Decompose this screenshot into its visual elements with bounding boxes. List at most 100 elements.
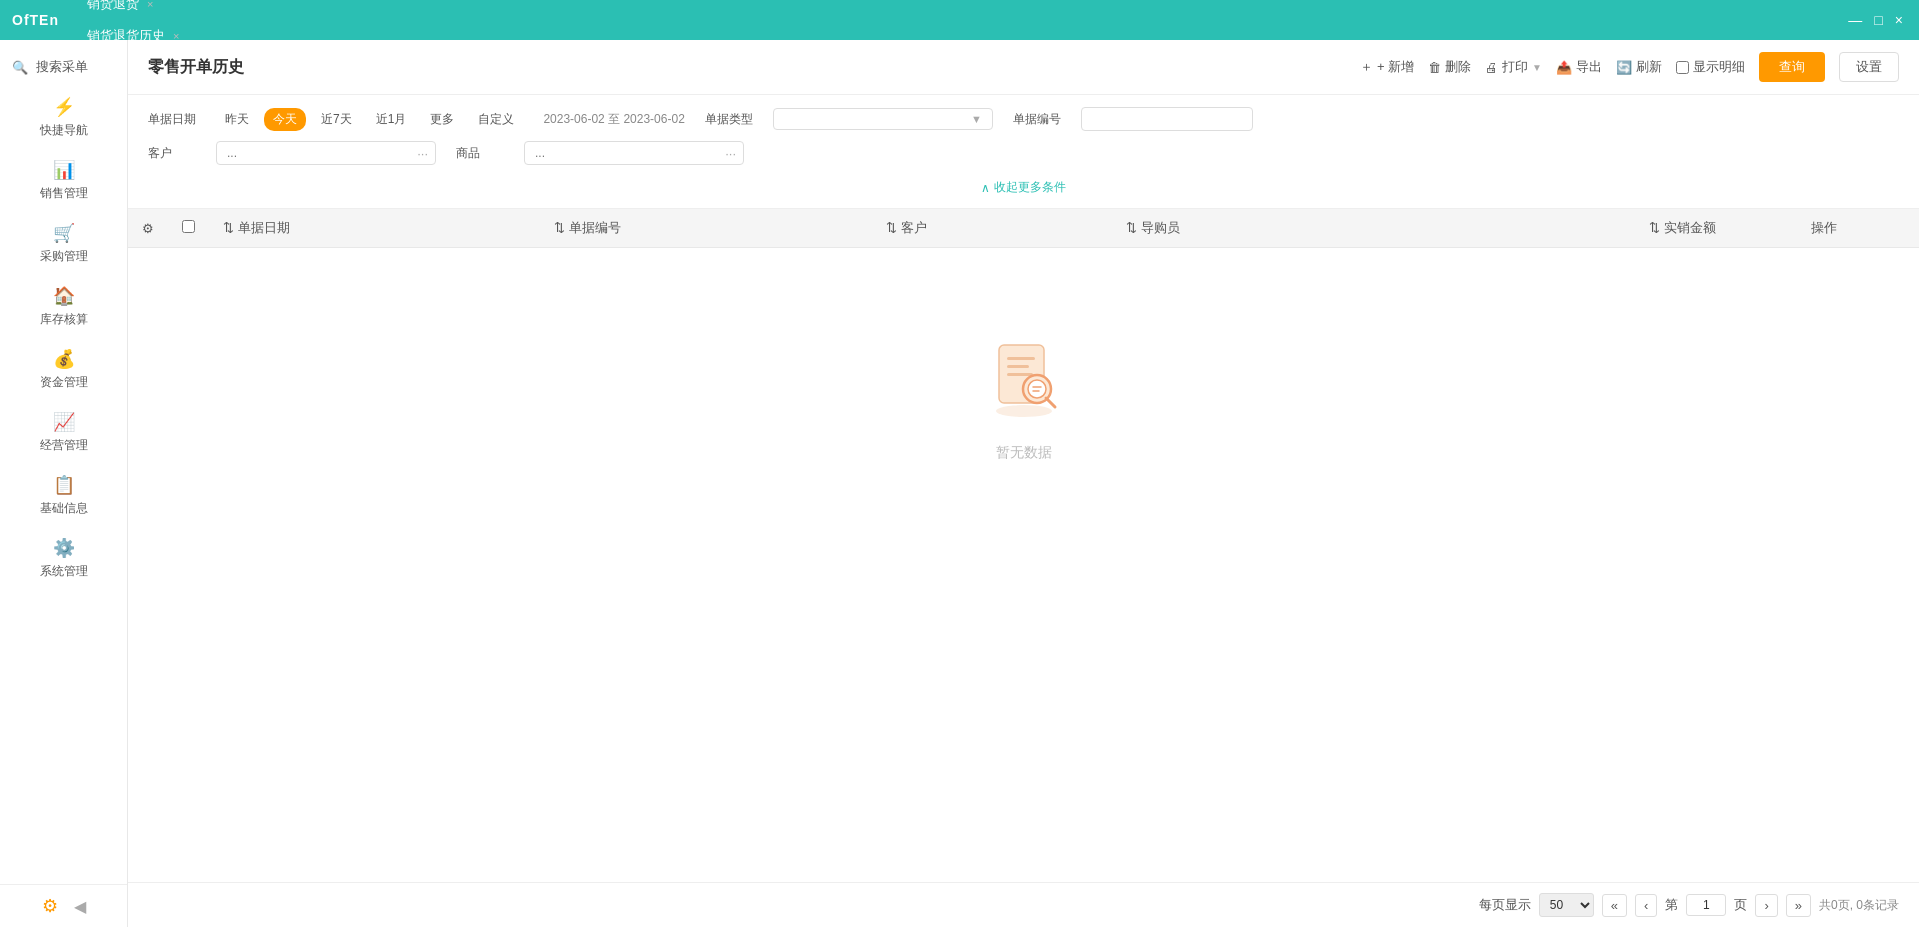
- th-guide[interactable]: ⇅ 导购员: [1112, 209, 1398, 248]
- sidebar-item-operation[interactable]: 📈 经营管理: [0, 401, 127, 464]
- window-maximize-btn[interactable]: □: [1874, 12, 1882, 28]
- svg-point-6: [1028, 380, 1046, 398]
- show-detail-checkbox[interactable]: [1676, 61, 1689, 74]
- svg-rect-2: [1007, 357, 1035, 360]
- svg-point-0: [996, 405, 1052, 417]
- th-settings[interactable]: ⚙: [128, 209, 168, 248]
- pagination-total: 共0页, 0条记录: [1819, 897, 1899, 914]
- export-button[interactable]: 📤 导出: [1556, 58, 1602, 76]
- sidebar-item-quick-nav[interactable]: ⚡ 快捷导航: [0, 86, 127, 149]
- select-all-checkbox[interactable]: [182, 220, 195, 233]
- collapse-sidebar-btn[interactable]: ◀: [74, 897, 86, 916]
- sidebar-item-purchase[interactable]: 🛒 采购管理: [0, 212, 127, 275]
- th-amount[interactable]: ⇅ 实销金额: [1398, 209, 1729, 248]
- tab-sales-return[interactable]: 销货退货×: [73, 0, 193, 20]
- docnum-input[interactable]: [1081, 107, 1253, 131]
- print-label: 打印: [1502, 58, 1528, 76]
- refresh-button[interactable]: 🔄 刷新: [1616, 58, 1662, 76]
- print-button[interactable]: 🖨 打印 ▼: [1485, 58, 1542, 76]
- date-btn-custom[interactable]: 自定义: [469, 108, 523, 131]
- sidebar-quicknav-label: 快捷导航: [40, 122, 88, 139]
- quicknav-icon: ⚡: [53, 96, 75, 118]
- collapse-label: 收起更多条件: [994, 179, 1066, 196]
- filter-row-2: 客户 ··· 商品 ···: [148, 141, 1899, 165]
- purchase-icon: 🛒: [53, 222, 75, 244]
- print-icon: 🖨: [1485, 60, 1498, 75]
- window-minimize-btn[interactable]: —: [1848, 12, 1862, 28]
- show-detail-checkbox-label[interactable]: 显示明细: [1676, 58, 1745, 76]
- page-num-input[interactable]: [1686, 894, 1726, 916]
- add-icon: ＋: [1360, 58, 1373, 76]
- date-btn-1month[interactable]: 近1月: [367, 108, 416, 131]
- operation-icon: 📈: [53, 411, 75, 433]
- svg-rect-4: [1007, 373, 1033, 376]
- table-body: 暂无数据: [128, 248, 1919, 543]
- empty-row: 暂无数据: [128, 248, 1919, 543]
- show-detail-label: 显示明细: [1693, 58, 1745, 76]
- export-icon: 📤: [1556, 60, 1572, 75]
- date-btn-7days[interactable]: 近7天: [312, 108, 361, 131]
- collapse-bar[interactable]: ∧ 收起更多条件: [148, 175, 1899, 196]
- window-controls: — □ ×: [1848, 12, 1911, 28]
- sidebar-item-sales[interactable]: 📊 销售管理: [0, 149, 127, 212]
- date-btn-more[interactable]: 更多: [421, 108, 463, 131]
- print-dropdown-icon: ▼: [1532, 62, 1542, 73]
- basicinfo-icon: 📋: [53, 474, 75, 496]
- th-docnum-label: ⇅ 单据编号: [554, 220, 621, 235]
- sidebar-item-basic-info[interactable]: 📋 基础信息: [0, 464, 127, 527]
- th-date[interactable]: ⇅ 单据日期: [209, 209, 540, 248]
- customer-input-wrap: ···: [216, 141, 436, 165]
- th-guide-label: ⇅ 导购员: [1126, 220, 1180, 235]
- add-button[interactable]: ＋ + 新增: [1360, 58, 1414, 76]
- window-close-btn[interactable]: ×: [1895, 12, 1903, 28]
- docnum-label: 单据编号: [1013, 111, 1061, 128]
- next-page-btn[interactable]: ›: [1755, 894, 1777, 917]
- sidebar-item-inventory[interactable]: 🏠 库存核算: [0, 275, 127, 338]
- date-btn-today[interactable]: 今天: [264, 108, 306, 131]
- customer-ellipsis-icon[interactable]: ···: [417, 146, 428, 161]
- filter-area: 单据日期 昨天 今天 近7天 近1月 更多 自定义 2023-06-02 至 2…: [128, 95, 1919, 209]
- inventory-icon: 🏠: [53, 285, 75, 307]
- delete-button[interactable]: 🗑 删除: [1428, 58, 1471, 76]
- customer-input[interactable]: [216, 141, 436, 165]
- settings-bottom-icon[interactable]: ⚙: [42, 895, 58, 917]
- date-range-display: 2023-06-02 至 2023-06-02: [543, 111, 684, 128]
- goods-input-wrap: ···: [524, 141, 744, 165]
- data-table: ⚙ ⇅ 单据日期 ⇅ 单据编号 ⇅ 客户: [128, 209, 1919, 542]
- collapse-chevron-icon: ∧: [981, 181, 990, 195]
- refresh-label: 刷新: [1636, 58, 1662, 76]
- sidebar-finance-label: 资金管理: [40, 374, 88, 391]
- date-btn-yesterday[interactable]: 昨天: [216, 108, 258, 131]
- first-page-btn[interactable]: «: [1602, 894, 1627, 917]
- page-label-prefix: 第: [1665, 896, 1678, 914]
- doctype-dropdown-icon: ▼: [971, 113, 982, 125]
- delete-icon: 🗑: [1428, 60, 1441, 75]
- page-label-suffix: 页: [1734, 896, 1747, 914]
- export-label: 导出: [1576, 58, 1602, 76]
- query-button[interactable]: 查询: [1759, 52, 1825, 82]
- th-customer[interactable]: ⇅ 客户: [872, 209, 1112, 248]
- doctype-select[interactable]: ▼: [773, 108, 993, 130]
- filter-row-1: 单据日期 昨天 今天 近7天 近1月 更多 自定义 2023-06-02 至 2…: [148, 107, 1899, 131]
- goods-label: 商品: [456, 145, 504, 162]
- goods-input[interactable]: [524, 141, 744, 165]
- th-date-label: ⇅ 单据日期: [223, 220, 290, 235]
- system-icon: ⚙️: [53, 537, 75, 559]
- content-area: 零售开单历史 ＋ + 新增 🗑 删除 🖨 打印 ▼ 📤 导出: [128, 40, 1919, 927]
- th-amount-label: ⇅ 实销金额: [1649, 220, 1716, 235]
- goods-ellipsis-icon[interactable]: ···: [725, 146, 736, 161]
- sidebar-item-finance[interactable]: 💰 资金管理: [0, 338, 127, 401]
- customer-label: 客户: [148, 145, 196, 162]
- sidebar-basicinfo-label: 基础信息: [40, 500, 88, 517]
- header-actions: ＋ + 新增 🗑 删除 🖨 打印 ▼ 📤 导出 🔄: [1360, 52, 1899, 94]
- sidebar-item-search[interactable]: 🔍 搜索采单: [0, 48, 127, 86]
- page-header: 零售开单历史 ＋ + 新增 🗑 删除 🖨 打印 ▼ 📤 导出: [128, 40, 1919, 95]
- per-page-select[interactable]: 20 50 100 200: [1539, 893, 1594, 917]
- th-customer-label: ⇅ 客户: [886, 220, 927, 235]
- last-page-btn[interactable]: »: [1786, 894, 1811, 917]
- tab-close-sales-return[interactable]: ×: [147, 0, 153, 10]
- prev-page-btn[interactable]: ‹: [1635, 894, 1657, 917]
- settings-button[interactable]: 设置: [1839, 52, 1899, 82]
- sidebar-item-system[interactable]: ⚙️ 系统管理: [0, 527, 127, 590]
- th-docnum[interactable]: ⇅ 单据编号: [540, 209, 871, 248]
